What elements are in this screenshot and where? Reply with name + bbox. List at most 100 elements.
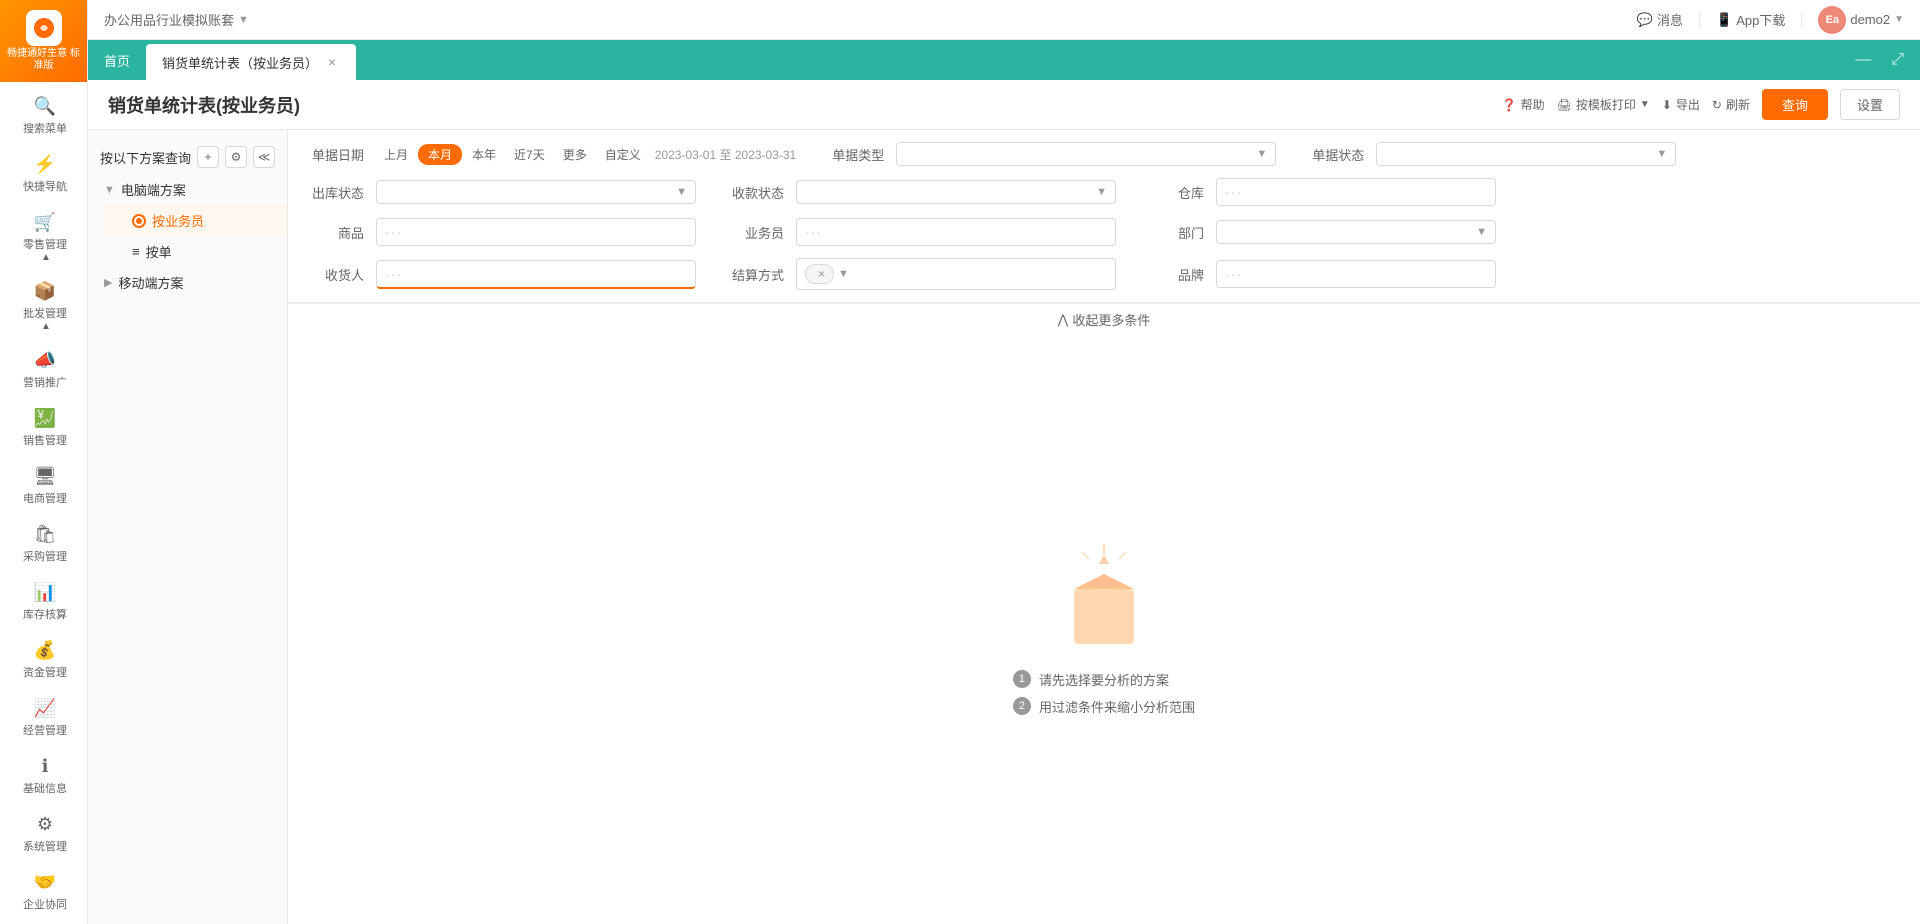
logo-text: 畅捷通好生意 标准版 <box>6 48 81 72</box>
warehouse-control[interactable]: ··· <box>1216 178 1496 206</box>
sidebar-item-basic[interactable]: ℹ 基础信息 <box>0 746 87 804</box>
warehouse-label: 仓库 <box>1148 183 1204 202</box>
department-control[interactable]: ▼ <box>1216 220 1496 244</box>
consignee-control[interactable]: ··· <box>376 260 696 289</box>
app-download-button[interactable]: 📱 App下载 <box>1716 10 1785 29</box>
tree-label: 电脑端方案 <box>121 180 186 199</box>
tab-home[interactable]: 首页 <box>88 40 146 80</box>
sidebar-item-label: 营销推广 <box>23 374 67 390</box>
refresh-button[interactable]: ↻ 刷新 <box>1712 96 1750 113</box>
tip-number-2: 2 <box>1013 697 1031 715</box>
sidebar-item-quick[interactable]: ⚡ 快捷导航 <box>0 144 87 202</box>
add-scheme-button[interactable]: + <box>197 146 219 168</box>
query-button[interactable]: 查询 <box>1762 89 1828 120</box>
sidebar-item-operations[interactable]: 📈 经营管理 <box>0 688 87 746</box>
salesperson-control[interactable]: ··· <box>796 218 1116 246</box>
sidebar-item-system[interactable]: ⚙ 系统管理 <box>0 804 87 862</box>
chevron-down-icon: ▼ <box>838 268 849 280</box>
collapse-panel-button[interactable]: ≪ <box>253 146 275 168</box>
chevron-up-icon: ▲ <box>41 252 51 263</box>
scheme-by-salesperson[interactable]: 按业务员 <box>104 205 287 236</box>
user-name: demo2 <box>1850 12 1890 27</box>
scheme-by-salesperson-label: 按业务员 <box>152 211 204 230</box>
settlement-clear-tag: × <box>805 264 834 284</box>
tab-bar: 首页 销货单统计表（按业务员） × — ⤢ <box>88 40 1920 80</box>
export-button[interactable]: ⬇ 导出 <box>1662 96 1700 113</box>
sidebar-item-label: 电商管理 <box>23 490 67 506</box>
download-icon: 📱 <box>1716 12 1732 28</box>
messages-label: 消息 <box>1657 10 1683 29</box>
this-month-button[interactable]: 本月 <box>418 144 462 165</box>
tip-item-2: 2 用过滤条件来缩小分析范围 <box>1013 697 1195 716</box>
sidebar-item-label: 快捷导航 <box>23 178 67 194</box>
tab-sales-stats[interactable]: 销货单统计表（按业务员） × <box>146 44 356 80</box>
goods-control[interactable]: ··· <box>376 218 696 246</box>
marketing-icon: 📣 <box>34 350 56 371</box>
tip-text-1: 请先选择要分析的方案 <box>1039 670 1169 689</box>
sidebar-item-label: 资金管理 <box>23 664 67 680</box>
sidebar-item-finance[interactable]: 💰 资金管理 <box>0 630 87 688</box>
filter-row-1: 单据日期 上月 本月 本年 近7天 更多 自定义 2023-03-01 至 20… <box>308 142 1900 166</box>
tab-close-button[interactable]: × <box>324 54 340 70</box>
sidebar-item-enterprise[interactable]: 🤝 企业协同 <box>0 862 87 920</box>
salesperson-label: 业务员 <box>728 223 784 242</box>
doc-type-control[interactable]: ▼ <box>896 142 1276 166</box>
sidebar-item-label: 批发管理 <box>23 305 67 321</box>
recent7-button[interactable]: 近7天 <box>506 144 553 165</box>
app-title-text: 办公用品行业模拟账套 <box>104 10 234 29</box>
tab-active-label: 销货单统计表（按业务员） <box>162 53 318 72</box>
message-icon: 💬 <box>1637 12 1653 28</box>
sidebar-item-marketing[interactable]: 📣 营销推广 <box>0 340 87 398</box>
refresh-icon: ↻ <box>1712 98 1722 112</box>
date-range-text: 2023-03-01 至 2023-03-31 <box>655 146 796 163</box>
outbound-control[interactable]: ▼ <box>376 180 696 204</box>
minimize-button[interactable]: — <box>1847 47 1879 73</box>
sidebar-item-wholesale[interactable]: 📦 批发管理 ▲ <box>0 271 87 340</box>
basic-icon: ℹ <box>42 756 49 777</box>
chevron-down-icon: ▼ <box>676 186 687 198</box>
chevron-right-icon: ▶ <box>104 276 112 289</box>
sidebar-item-label: 经营管理 <box>23 722 67 738</box>
sidebar-item-sales[interactable]: 💹 销售管理 <box>0 398 87 456</box>
messages-button[interactable]: 💬 消息 <box>1637 10 1683 29</box>
maximize-button[interactable]: ⤢ <box>1883 47 1912 73</box>
sidebar-item-retail[interactable]: 🛒 零售管理 ▲ <box>0 202 87 271</box>
custom-date-button[interactable]: 自定义 <box>597 144 649 165</box>
tree-item-mobile[interactable]: ▶ 移动端方案 <box>88 267 287 298</box>
prev-month-button[interactable]: 上月 <box>376 144 416 165</box>
settlement-clear-button[interactable]: × <box>818 267 825 281</box>
doc-status-control[interactable]: ▼ <box>1376 142 1676 166</box>
sidebar-navigation: 🔍 搜索菜单 ⚡ 快捷导航 🛒 零售管理 ▲ 📦 批发管理 ▲ 📣 营销推广 💹… <box>0 82 87 924</box>
collapse-conditions-button[interactable]: ⋀ 收起更多条件 <box>288 303 1920 335</box>
tree-item-desktop[interactable]: ▼ 电脑端方案 <box>88 174 287 205</box>
settings-button[interactable]: 设置 <box>1840 89 1900 120</box>
search-icon: 🔍 <box>34 96 56 117</box>
chevron-down-icon: ▼ <box>1256 148 1267 160</box>
quick-icon: ⚡ <box>34 154 56 175</box>
sidebar-item-search[interactable]: 🔍 搜索菜单 <box>0 86 87 144</box>
user-profile[interactable]: Ea demo2 ▼ <box>1818 6 1904 34</box>
empty-tips: 1 请先选择要分析的方案 2 用过滤条件来缩小分析范围 <box>1013 670 1195 716</box>
brand-control[interactable]: ··· <box>1216 260 1496 288</box>
sidebar-item-label: 库存核算 <box>23 606 67 622</box>
payment-label: 收款状态 <box>728 183 784 202</box>
edit-scheme-button[interactable]: ⚙ <box>225 146 247 168</box>
sidebar-item-ecommerce[interactable]: 🖥 电商管理 <box>0 456 87 514</box>
this-year-button[interactable]: 本年 <box>464 144 504 165</box>
chevron-down-icon: ▼ <box>104 184 115 196</box>
payment-control[interactable]: ▼ <box>796 180 1116 204</box>
scheme-by-order[interactable]: ≡ 按单 <box>104 236 287 267</box>
chevron-down-icon: ▼ <box>1096 186 1107 198</box>
outbound-label: 出库状态 <box>308 183 364 202</box>
sidebar-item-newbie[interactable]: 🎯 新手引导 <box>0 920 87 924</box>
inventory-icon: 📊 <box>34 582 56 603</box>
print-button[interactable]: 🖨 按模板打印 ▼ <box>1557 96 1650 113</box>
panel-icon-buttons: + ⚙ ≪ <box>197 146 275 168</box>
sidebar-item-label: 搜索菜单 <box>23 120 67 136</box>
help-button[interactable]: ❓ 帮助 <box>1502 96 1545 113</box>
settlement-control[interactable]: × ▼ <box>796 258 1116 290</box>
sidebar-item-inventory[interactable]: 📊 库存核算 <box>0 572 87 630</box>
sidebar-item-purchase[interactable]: 🛍 采购管理 <box>0 514 87 572</box>
more-date-button[interactable]: 更多 <box>555 144 595 165</box>
doc-type-label: 单据类型 <box>828 145 884 164</box>
